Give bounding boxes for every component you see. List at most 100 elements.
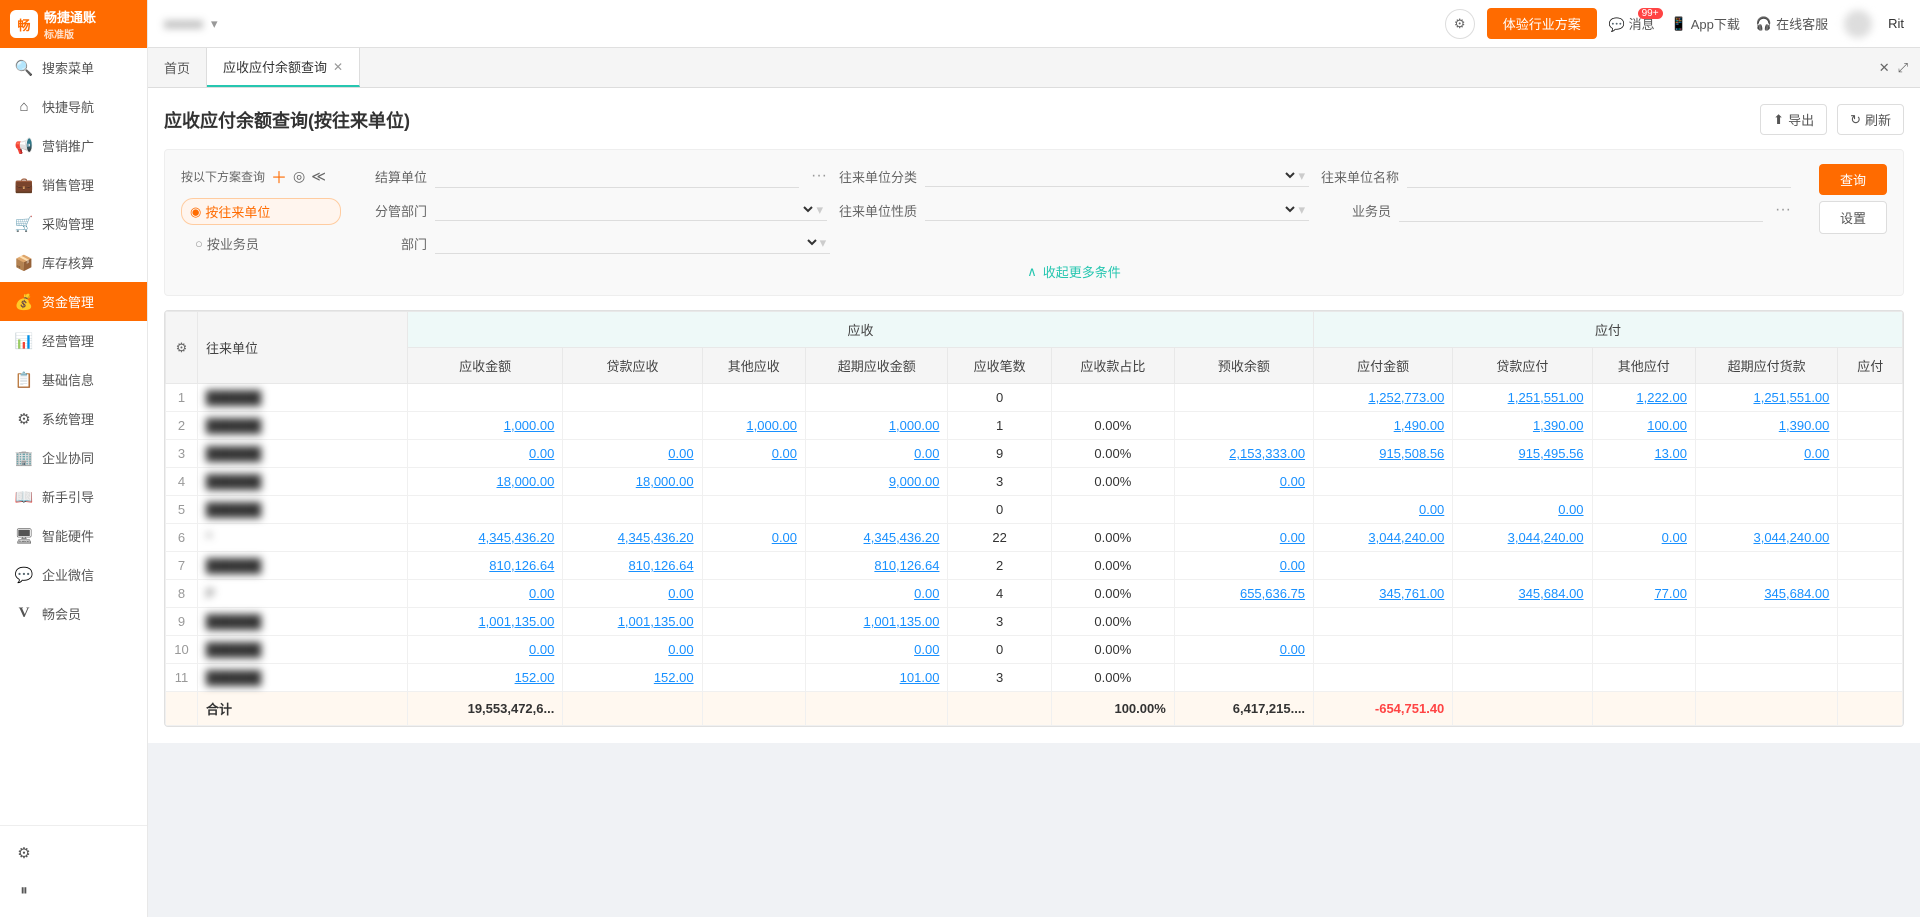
cell-ar_amount[interactable]: 0.00 [407,580,563,608]
sidebar-item-hardware[interactable]: 🖥 智能硬件 [0,516,147,555]
tab-close-icon[interactable]: ✕ [333,60,343,74]
cell-ap_other[interactable]: 1,222.00 [1592,384,1695,412]
cell-ar_loan[interactable]: 152.00 [563,664,702,692]
cell-ar_ratio[interactable]: 0.00% [1051,608,1174,636]
cell-ap_loan[interactable]: 915,495.56 [1453,440,1592,468]
cell-ap_other[interactable]: 0.00 [1592,524,1695,552]
cell-ar_ratio[interactable]: 0.00% [1051,636,1174,664]
sidebar-item-member[interactable]: V 畅会员 [0,594,147,633]
cell-ar_amount[interactable]: 18,000.00 [407,468,563,496]
cell-ar_overdue[interactable]: 0.00 [806,580,948,608]
cell-ar_count[interactable]: 3 [948,664,1051,692]
cell-ap_loan[interactable]: 345,684.00 [1453,580,1592,608]
sidebar-item-system[interactable]: ⚙ 系统管理 [0,399,147,438]
add-scheme-icon[interactable]: ＋ [271,164,287,188]
cell-ar_ratio[interactable]: 0.00% [1051,440,1174,468]
cell-ar_count[interactable]: 0 [948,636,1051,664]
cell-ar_prepay[interactable]: 0.00 [1174,552,1313,580]
cell-ar_ratio[interactable]: 0.00% [1051,468,1174,496]
cell-ar_loan[interactable]: 810,126.64 [563,552,702,580]
cell-ar_loan[interactable]: 18,000.00 [563,468,702,496]
sidebar-item-quick-nav[interactable]: ⌂ 快捷导航 [0,87,147,126]
cta-button[interactable]: 体验行业方案 [1487,8,1597,39]
sidebar-item-purchase[interactable]: 🛒 采购管理 [0,204,147,243]
cell-ar_prepay[interactable]: 0.00 [1174,636,1313,664]
cell-ap_other[interactable]: 100.00 [1592,412,1695,440]
dept-manager-select[interactable] [439,201,816,218]
sidebar-item-enterprise[interactable]: 🏢 企业协同 [0,438,147,477]
cell-ap_other[interactable]: 13.00 [1592,440,1695,468]
footer-ar-prepay[interactable]: 6,417,215.... [1174,692,1313,726]
cell-ar_overdue[interactable]: 1,000.00 [806,412,948,440]
cell-ap_other[interactable]: 77.00 [1592,580,1695,608]
cell-ap_overdue[interactable]: 1,390.00 [1695,412,1837,440]
arrow-left-icon[interactable]: ≪ [311,168,326,185]
cell-ar_other[interactable]: 1,000.00 [702,412,805,440]
target-icon[interactable]: ◎ [293,168,305,185]
cell-ar_loan[interactable]: 0.00 [563,440,702,468]
cell-ap_amount[interactable]: 915,508.56 [1314,440,1453,468]
cell-ar_ratio[interactable]: 0.00% [1051,524,1174,552]
cell-ar_count[interactable]: 0 [948,496,1051,524]
cell-ap_amount[interactable]: 0.00 [1314,496,1453,524]
refresh-button[interactable]: ↻ 刷新 [1837,104,1904,135]
cell-ar_ratio[interactable]: 0.00% [1051,552,1174,580]
tab-home[interactable]: 首页 [148,48,207,87]
query-button[interactable]: 查询 [1819,164,1887,195]
cell-ar_other[interactable]: 0.00 [702,524,805,552]
cell-ar_loan[interactable]: 4,345,436.20 [563,524,702,552]
cell-ar_loan[interactable]: 0.00 [563,580,702,608]
footer-ar-amount[interactable]: 19,553,472,6... [407,692,563,726]
export-button[interactable]: ⬆ 导出 [1760,104,1827,135]
online-service-button[interactable]: 🎧 在线客服 [1756,14,1828,33]
cell-ar_overdue[interactable]: 101.00 [806,664,948,692]
partner-nature-select[interactable] [929,201,1298,218]
cell-ar_amount[interactable]: 0.00 [407,636,563,664]
table-settings-icon[interactable]: ⚙ [166,312,198,384]
cell-ar_amount[interactable]: 810,126.64 [407,552,563,580]
salesperson-input[interactable] [1399,198,1763,222]
sidebar-item-wechat[interactable]: 💬 企业微信 [0,555,147,594]
cell-ap_overdue[interactable]: 1,251,551.00 [1695,384,1837,412]
cell-ar_amount[interactable]: 1,001,135.00 [407,608,563,636]
cell-ap_amount[interactable]: 3,044,240.00 [1314,524,1453,552]
sidebar-item-sales[interactable]: 💼 销售管理 [0,165,147,204]
sidebar-item-search-menu[interactable]: 🔍 搜索菜单 [0,48,147,87]
cell-ar_overdue[interactable]: 1,001,135.00 [806,608,948,636]
cell-ar_other[interactable]: 0.00 [702,440,805,468]
user-avatar[interactable] [1844,10,1872,38]
tab-fullscreen-icon[interactable]: ⤢ [1898,60,1908,76]
cell-ap_loan[interactable]: 3,044,240.00 [1453,524,1592,552]
topbar-settings-button[interactable]: ⚙ [1445,9,1475,39]
scheme-by-salesperson-btn[interactable]: ○ 按业务员 [181,231,341,256]
cell-ap_overdue[interactable]: 3,044,240.00 [1695,524,1837,552]
sidebar-item-marketing[interactable]: 📢 营销推广 [0,126,147,165]
cell-ar_prepay[interactable]: 655,636.75 [1174,580,1313,608]
cell-ar_count[interactable]: 3 [948,608,1051,636]
sidebar-collapse-btn[interactable]: ⏸ [0,872,147,909]
sidebar-item-operation[interactable]: 📊 经营管理 [0,321,147,360]
sidebar-item-guide[interactable]: 📖 新手引导 [0,477,147,516]
cell-ar_count[interactable]: 1 [948,412,1051,440]
cell-ar_count[interactable]: 22 [948,524,1051,552]
cell-ar_overdue[interactable]: 4,345,436.20 [806,524,948,552]
cell-ar_prepay[interactable]: 0.00 [1174,468,1313,496]
cell-ap_loan[interactable]: 0.00 [1453,496,1592,524]
cell-ar_count[interactable]: 9 [948,440,1051,468]
tab-ar-ap[interactable]: 应收应付余额查询 ✕ [207,48,360,87]
salesperson-dots[interactable]: ··· [1775,201,1791,219]
settlement-unit-dots[interactable]: ··· [811,167,827,185]
cell-ar_amount[interactable]: 0.00 [407,440,563,468]
cell-ar_ratio[interactable]: 0.00% [1051,412,1174,440]
sidebar-item-basic[interactable]: 📋 基础信息 [0,360,147,399]
cell-ar_overdue[interactable]: 810,126.64 [806,552,948,580]
cell-ar_ratio[interactable]: 0.00% [1051,580,1174,608]
cell-ar_count[interactable]: 2 [948,552,1051,580]
cell-ar_overdue[interactable]: 0.00 [806,440,948,468]
cell-ap_amount[interactable]: 345,761.00 [1314,580,1453,608]
cell-ar_amount[interactable]: 1,000.00 [407,412,563,440]
scheme-by-partner-btn[interactable]: ◉ 按往来单位 [181,198,341,225]
cell-ar_ratio[interactable]: 0.00% [1051,664,1174,692]
cell-ap_amount[interactable]: 1,490.00 [1314,412,1453,440]
cell-ap_amount[interactable]: 1,252,773.00 [1314,384,1453,412]
